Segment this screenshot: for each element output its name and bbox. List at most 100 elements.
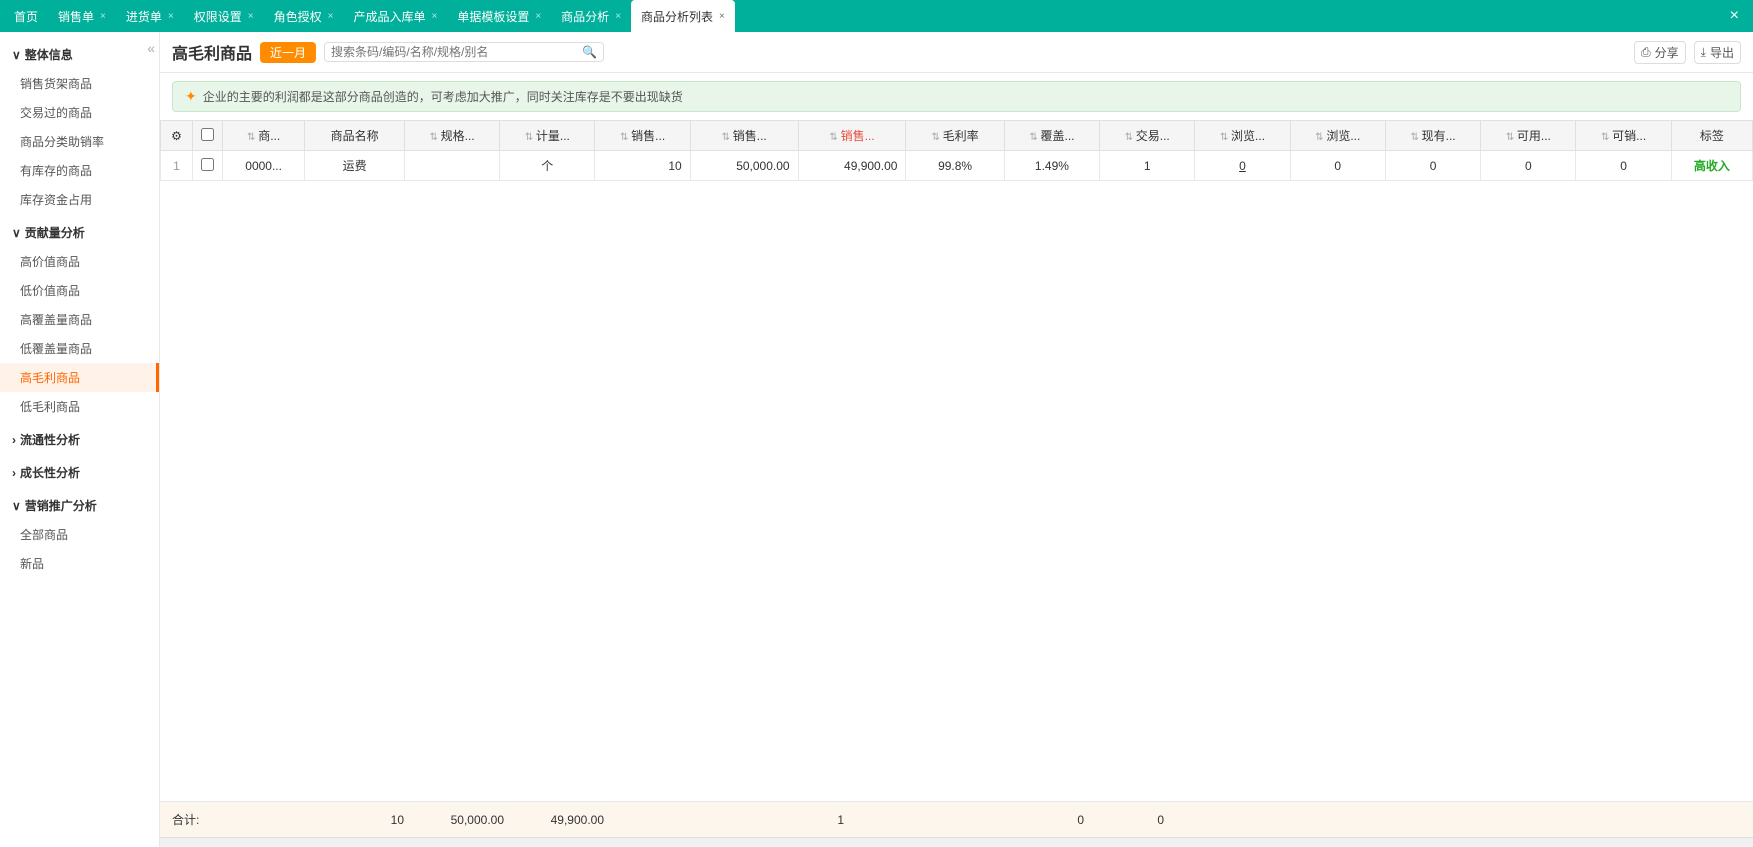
- nav-permission-settings[interactable]: 权限设置 ×: [184, 0, 264, 32]
- row-sales-qty: 10: [595, 151, 690, 181]
- browse1-link[interactable]: 0: [1239, 159, 1246, 173]
- close-product-analysis-icon[interactable]: ×: [615, 11, 621, 22]
- col-current-stock[interactable]: 现有...: [1385, 121, 1480, 151]
- sidebar-collapse-button[interactable]: «: [147, 40, 155, 56]
- row-code[interactable]: 0000...: [223, 151, 305, 181]
- close-purchase-order-icon[interactable]: ×: [168, 11, 174, 22]
- share-button[interactable]: ⎙ 分享: [1634, 41, 1686, 64]
- sidebar-item-sales-shelf[interactable]: 销售货架商品: [0, 69, 159, 98]
- table-header-row: ⚙ 商... 商品名称 规格... 计量... 销售... 销售... 销售..…: [161, 121, 1753, 151]
- row-saleable-stock: 0: [1576, 151, 1671, 181]
- page-title: 高毛利商品: [172, 40, 252, 64]
- footer-sales-qty: 10: [292, 813, 412, 827]
- sidebar-item-high-value[interactable]: 高价值商品: [0, 247, 159, 276]
- row-select-checkbox[interactable]: [201, 158, 214, 171]
- top-navigation: 首页 销售单 × 进货单 × 权限设置 × 角色授权 × 产成品入库单 × 单据…: [0, 0, 1753, 32]
- nav-product-inbound[interactable]: 产成品入库单 ×: [343, 0, 447, 32]
- sidebar-group-marketing[interactable]: ∨ 营销推广分析: [0, 491, 159, 520]
- nav-role-auth[interactable]: 角色授权 ×: [264, 0, 344, 32]
- sidebar-group-liquidity[interactable]: › 流通性分析: [0, 425, 159, 454]
- col-trade-times[interactable]: 交易...: [1100, 121, 1195, 151]
- row-browse1[interactable]: 0: [1195, 151, 1290, 181]
- select-all-checkbox[interactable]: [201, 128, 214, 141]
- close-analysis-list-icon[interactable]: ×: [719, 11, 725, 22]
- sidebar-item-low-margin[interactable]: 低毛利商品: [0, 392, 159, 421]
- product-table: ⚙ 商... 商品名称 规格... 计量... 销售... 销售... 销售..…: [160, 120, 1753, 181]
- col-sales-amt[interactable]: 销售...: [690, 121, 798, 151]
- row-name[interactable]: 运费: [305, 151, 405, 181]
- col-browse1[interactable]: 浏览...: [1195, 121, 1290, 151]
- col-checkbox[interactable]: [193, 121, 223, 151]
- nav-purchase-order[interactable]: 进货单 ×: [116, 0, 184, 32]
- close-permission-icon[interactable]: ×: [248, 11, 254, 22]
- table-row: 1 0000... 运费 个 10 50,000.00 49,900.00 99…: [161, 151, 1753, 181]
- col-sales-qty[interactable]: 销售...: [595, 121, 690, 151]
- row-sales-profit: 49,900.00: [798, 151, 906, 181]
- col-sales-profit[interactable]: 销售...: [798, 121, 906, 151]
- footer-browse1: [852, 813, 932, 827]
- tag-label: 高收入: [1694, 159, 1730, 173]
- footer-label: 合计:: [172, 811, 292, 828]
- content-header: 高毛利商品 近一月 🔍 ⎙ 分享 ⤓ 导出: [160, 32, 1753, 73]
- col-settings[interactable]: ⚙: [161, 121, 193, 151]
- sidebar-item-new-products[interactable]: 新品: [0, 549, 159, 578]
- col-available-stock[interactable]: 可用...: [1481, 121, 1576, 151]
- footer-available-stock: 0: [1092, 813, 1172, 827]
- footer-sales-profit: 49,900.00: [512, 813, 612, 827]
- info-banner: ✦ 企业的主要的利润都是这部分商品创造的，可考虑加大推广，同时关注库存是不要出现…: [172, 81, 1741, 112]
- footer-trade-times: 1: [772, 813, 852, 827]
- sidebar-item-stock-capital[interactable]: 库存资金占用: [0, 185, 159, 214]
- close-product-inbound-icon[interactable]: ×: [431, 11, 437, 22]
- horizontal-scrollbar[interactable]: [160, 837, 1753, 847]
- footer-coverage: [692, 813, 772, 827]
- nav-product-analysis-list[interactable]: 商品分析列表 ×: [631, 0, 735, 32]
- close-template-icon[interactable]: ×: [535, 11, 541, 22]
- sidebar-group-growth[interactable]: › 成长性分析: [0, 458, 159, 487]
- sidebar-item-category-rate[interactable]: 商品分类助销率: [0, 127, 159, 156]
- search-icon[interactable]: 🔍: [582, 45, 597, 59]
- row-unit: 个: [500, 151, 595, 181]
- window-close-button[interactable]: ×: [1720, 7, 1749, 25]
- row-tag: 高收入: [1671, 151, 1752, 181]
- row-index: 1: [161, 151, 193, 181]
- close-role-auth-icon[interactable]: ×: [328, 11, 334, 22]
- nav-template-settings[interactable]: 单据模板设置 ×: [447, 0, 551, 32]
- sidebar-item-low-coverage[interactable]: 低覆盖量商品: [0, 334, 159, 363]
- row-current-stock: 0: [1385, 151, 1480, 181]
- chevron-down-icon: ∨: [12, 48, 21, 62]
- chevron-down-icon-2: ∨: [12, 226, 21, 240]
- row-spec: [404, 151, 499, 181]
- row-sales-amt: 50,000.00: [690, 151, 798, 181]
- search-box: 🔍: [324, 42, 604, 62]
- sidebar-item-low-value[interactable]: 低价值商品: [0, 276, 159, 305]
- nav-sales-order[interactable]: 销售单 ×: [48, 0, 116, 32]
- row-browse2: 0: [1290, 151, 1385, 181]
- col-code[interactable]: 商...: [223, 121, 305, 151]
- sidebar-item-traded[interactable]: 交易过的商品: [0, 98, 159, 127]
- chevron-right-icon-2: ›: [12, 466, 16, 480]
- sidebar-item-high-coverage[interactable]: 高覆盖量商品: [0, 305, 159, 334]
- col-name[interactable]: 商品名称: [305, 121, 405, 151]
- col-browse2[interactable]: 浏览...: [1290, 121, 1385, 151]
- col-gross-margin[interactable]: 毛利率: [906, 121, 1004, 151]
- close-sales-order-icon[interactable]: ×: [100, 11, 106, 22]
- col-saleable-stock[interactable]: 可销...: [1576, 121, 1671, 151]
- export-button[interactable]: ⤓ 导出: [1694, 41, 1741, 64]
- col-spec[interactable]: 规格...: [404, 121, 499, 151]
- col-unit[interactable]: 计量...: [500, 121, 595, 151]
- col-coverage[interactable]: 覆盖...: [1004, 121, 1099, 151]
- sidebar-group-contribution[interactable]: ∨ 贡献量分析: [0, 218, 159, 247]
- footer-sales-amt: 50,000.00: [412, 813, 512, 827]
- row-checkbox[interactable]: [193, 151, 223, 181]
- nav-home[interactable]: 首页: [4, 0, 48, 32]
- footer-cells: 10 50,000.00 49,900.00 1 0 0: [292, 813, 1741, 827]
- filter-recent-month-button[interactable]: 近一月: [260, 42, 316, 63]
- sidebar-item-all-products[interactable]: 全部商品: [0, 520, 159, 549]
- sidebar-group-overall[interactable]: ∨ 整体信息: [0, 40, 159, 69]
- header-actions: ⎙ 分享 ⤓ 导出: [1634, 41, 1741, 64]
- nav-product-analysis[interactable]: 商品分析 ×: [551, 0, 631, 32]
- footer-gross-margin: [612, 813, 692, 827]
- sidebar-item-high-margin[interactable]: 高毛利商品: [0, 363, 159, 392]
- search-input[interactable]: [331, 45, 578, 59]
- sidebar-item-in-stock[interactable]: 有库存的商品: [0, 156, 159, 185]
